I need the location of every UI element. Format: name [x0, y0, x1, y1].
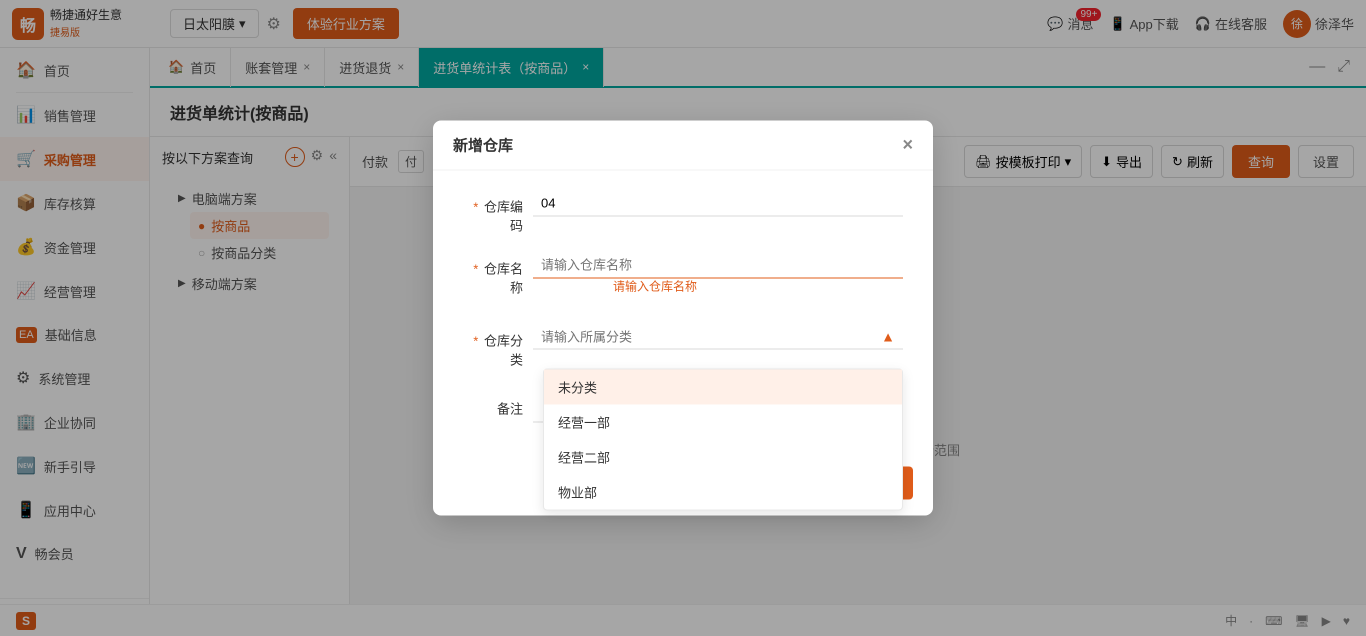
warehouse-name-input[interactable] [533, 253, 903, 279]
warehouse-code-input[interactable] [533, 191, 903, 217]
form-row-category: * 仓库分类 ▲ 未分类 经营一部 经营二部 物业部 [463, 325, 903, 369]
category-dropdown-menu: 未分类 经营一部 经营二部 物业部 [543, 369, 903, 511]
dropdown-option-dept3[interactable]: 物业部 [544, 475, 902, 510]
modal-header: 新增仓库 × [433, 121, 933, 171]
modal-close-button[interactable]: × [902, 135, 913, 156]
code-required-star: * [473, 200, 478, 215]
modal-title: 新增仓库 [453, 135, 513, 156]
code-label: * 仓库编码 [463, 191, 533, 235]
form-row-code: * 仓库编码 [463, 191, 903, 235]
category-dropdown-arrow: ▲ [881, 329, 895, 345]
category-input[interactable] [541, 329, 877, 344]
form-row-name: * 仓库名称 请输入仓库名称 [463, 253, 903, 297]
modal-body: * 仓库编码 * 仓库名称 请输入仓库名称 * 仓库分类 ▲ [433, 171, 933, 457]
name-required-star: * [473, 262, 478, 277]
note-label: 备注 [463, 393, 533, 418]
category-required-star: * [473, 334, 478, 349]
name-error-message: 请输入仓库名称 [613, 278, 697, 295]
name-label: * 仓库名称 [463, 253, 533, 297]
add-warehouse-modal: 新增仓库 × * 仓库编码 * 仓库名称 请输入仓库名称 * [433, 121, 933, 516]
category-selector[interactable]: ▲ [533, 325, 903, 350]
category-label: * 仓库分类 [463, 325, 533, 369]
dropdown-option-dept2[interactable]: 经营二部 [544, 440, 902, 475]
dropdown-option-dept1[interactable]: 经营一部 [544, 405, 902, 440]
dropdown-option-none[interactable]: 未分类 [544, 370, 902, 405]
